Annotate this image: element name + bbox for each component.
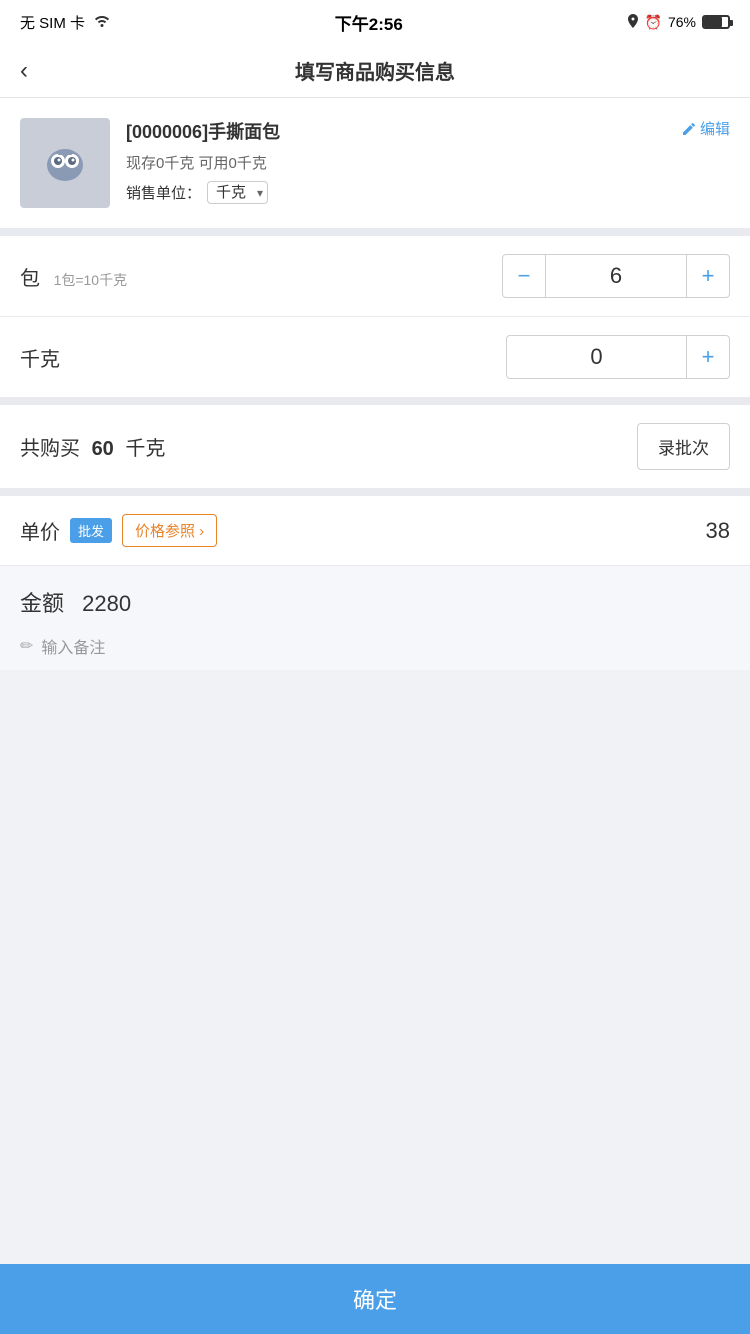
kg-plus-button[interactable]: +: [686, 335, 730, 379]
pack-sublabel: 1包=10千克: [54, 272, 128, 288]
note-row[interactable]: ✏ 输入备注: [20, 634, 730, 658]
battery-text: 76%: [668, 14, 696, 30]
location-icon: [627, 14, 639, 31]
kilogram-quantity-row: 千克 +: [0, 317, 750, 405]
status-bar: 无 SIM 卡 下午2:56 ⏰ 76%: [0, 0, 750, 44]
pack-minus-button[interactable]: −: [502, 254, 546, 298]
page-title: 填写商品购买信息: [295, 56, 455, 85]
note-placeholder: 输入备注: [41, 634, 105, 658]
amount-row: 金额 2280: [20, 586, 730, 618]
pencil-icon: ✏: [20, 636, 33, 656]
battery-icon: [702, 15, 730, 29]
pack-quantity-row: 包 1包=10千克 − +: [0, 236, 750, 317]
product-card: [0000006]手撕面包 编辑 现存0千克 可用0千克 销售单位： 千克: [0, 98, 750, 236]
pack-quantity-controls: − +: [502, 254, 730, 298]
empty-space: [0, 670, 750, 970]
product-name: [0000006]手撕面包: [126, 118, 280, 144]
product-stock: 现存0千克 可用0千克: [126, 152, 730, 173]
total-text: 共购买 60 千克: [20, 432, 637, 461]
carrier-text: 无 SIM 卡: [20, 12, 85, 33]
wifi-icon: [93, 13, 111, 31]
product-info: [0000006]手撕面包 编辑 现存0千克 可用0千克 销售单位： 千克: [126, 118, 730, 204]
record-batch-button[interactable]: 录批次: [637, 423, 730, 470]
status-carrier: 无 SIM 卡: [20, 12, 111, 33]
total-row: 共购买 60 千克 录批次: [0, 405, 750, 496]
pack-plus-button[interactable]: +: [686, 254, 730, 298]
status-time: 下午2:56: [335, 10, 403, 35]
nav-bar: ‹ 填写商品购买信息: [0, 44, 750, 98]
product-unit: 销售单位： 千克: [126, 181, 730, 204]
total-amount: 60: [92, 438, 114, 460]
alarm-icon: ⏰: [645, 14, 662, 31]
unit-selector[interactable]: 千克: [207, 181, 268, 204]
pack-label: 包 1包=10千克: [20, 262, 502, 291]
pack-quantity-input[interactable]: [546, 254, 686, 298]
price-tag: 批发: [70, 518, 112, 543]
price-reference-button[interactable]: 价格参照 ›: [122, 514, 217, 547]
amount-value: 2280: [82, 591, 131, 616]
price-label: 单价: [20, 516, 60, 545]
unit-select-input[interactable]: 千克: [207, 181, 268, 204]
price-row: 单价 批发 价格参照 › 38: [0, 496, 750, 566]
price-value: 38: [706, 518, 730, 544]
kg-quantity-controls: +: [506, 335, 730, 379]
confirm-button[interactable]: 确定: [0, 1264, 750, 1334]
kg-label: 千克: [20, 343, 506, 372]
kg-quantity-input[interactable]: [506, 335, 686, 379]
back-button[interactable]: ‹: [20, 57, 28, 85]
amount-section: 金额 2280 ✏ 输入备注: [0, 566, 750, 670]
status-right: ⏰ 76%: [627, 14, 730, 31]
edit-button[interactable]: 编辑: [682, 118, 730, 139]
product-image: [20, 118, 110, 208]
